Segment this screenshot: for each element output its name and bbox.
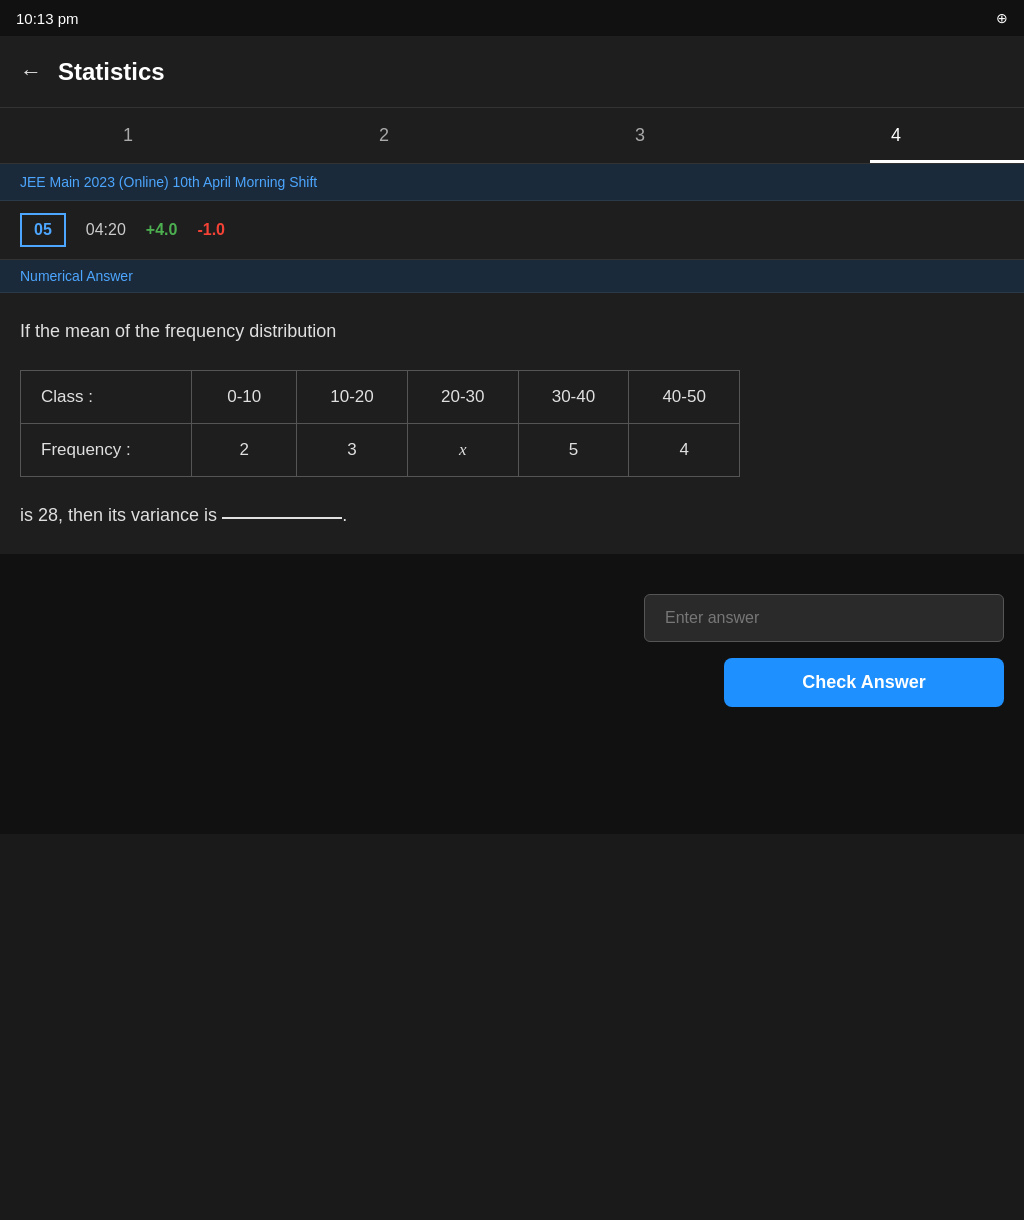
score-positive: +4.0 [146,221,178,239]
question-time: 04:20 [86,221,126,239]
tab-3[interactable]: 3 [512,108,768,163]
question-part2: is 28, then its variance is . [20,501,1004,530]
tab-bar: 1 2 3 4 [0,108,1024,164]
answer-type: Numerical Answer [0,260,1024,293]
table-cell-class-0-10: 0-10 [192,370,297,423]
table-cell-freq-4: 4 [629,423,740,476]
table-header-row: Class : 0-10 10-20 20-30 30-40 40-50 [21,370,740,423]
table-cell-freq-3: 3 [297,423,408,476]
page-title: Statistics [58,58,165,86]
table-data-row: Frequency : 2 3 x 5 4 [21,423,740,476]
question-part1: If the mean of the frequency distributio… [20,317,1004,346]
status-time: 10:13 pm [16,10,79,27]
question-content: If the mean of the frequency distributio… [0,293,1024,554]
question-number: 05 [20,213,66,247]
answer-blank [222,517,342,519]
check-answer-button[interactable]: Check Answer [724,658,1004,707]
status-bar: 10:13 pm ⊕ [0,0,1024,36]
table-cell-freq-5: 5 [518,423,629,476]
answer-input[interactable] [644,594,1004,642]
tab-4[interactable]: 4 [768,108,1024,163]
score-negative: -1.0 [197,221,225,239]
question-meta: 05 04:20 +4.0 -1.0 [0,201,1024,260]
tab-1[interactable]: 1 [0,108,256,163]
frequency-table: Class : 0-10 10-20 20-30 30-40 40-50 Fre… [20,370,740,477]
table-cell-class-20-30: 20-30 [407,370,518,423]
header: ← Statistics [0,36,1024,108]
table-cell-class-label: Class : [21,370,192,423]
table-cell-freq-label: Frequency : [21,423,192,476]
table-cell-freq-x: x [407,423,518,476]
question-source: JEE Main 2023 (Online) 10th April Mornin… [0,164,1024,201]
table-cell-freq-2: 2 [192,423,297,476]
answer-section: Check Answer [0,554,1024,834]
table-cell-class-40-50: 40-50 [629,370,740,423]
table-cell-class-10-20: 10-20 [297,370,408,423]
tab-2[interactable]: 2 [256,108,512,163]
table-cell-class-30-40: 30-40 [518,370,629,423]
back-button[interactable]: ← [20,59,42,85]
status-icon: ⊕ [996,10,1008,26]
